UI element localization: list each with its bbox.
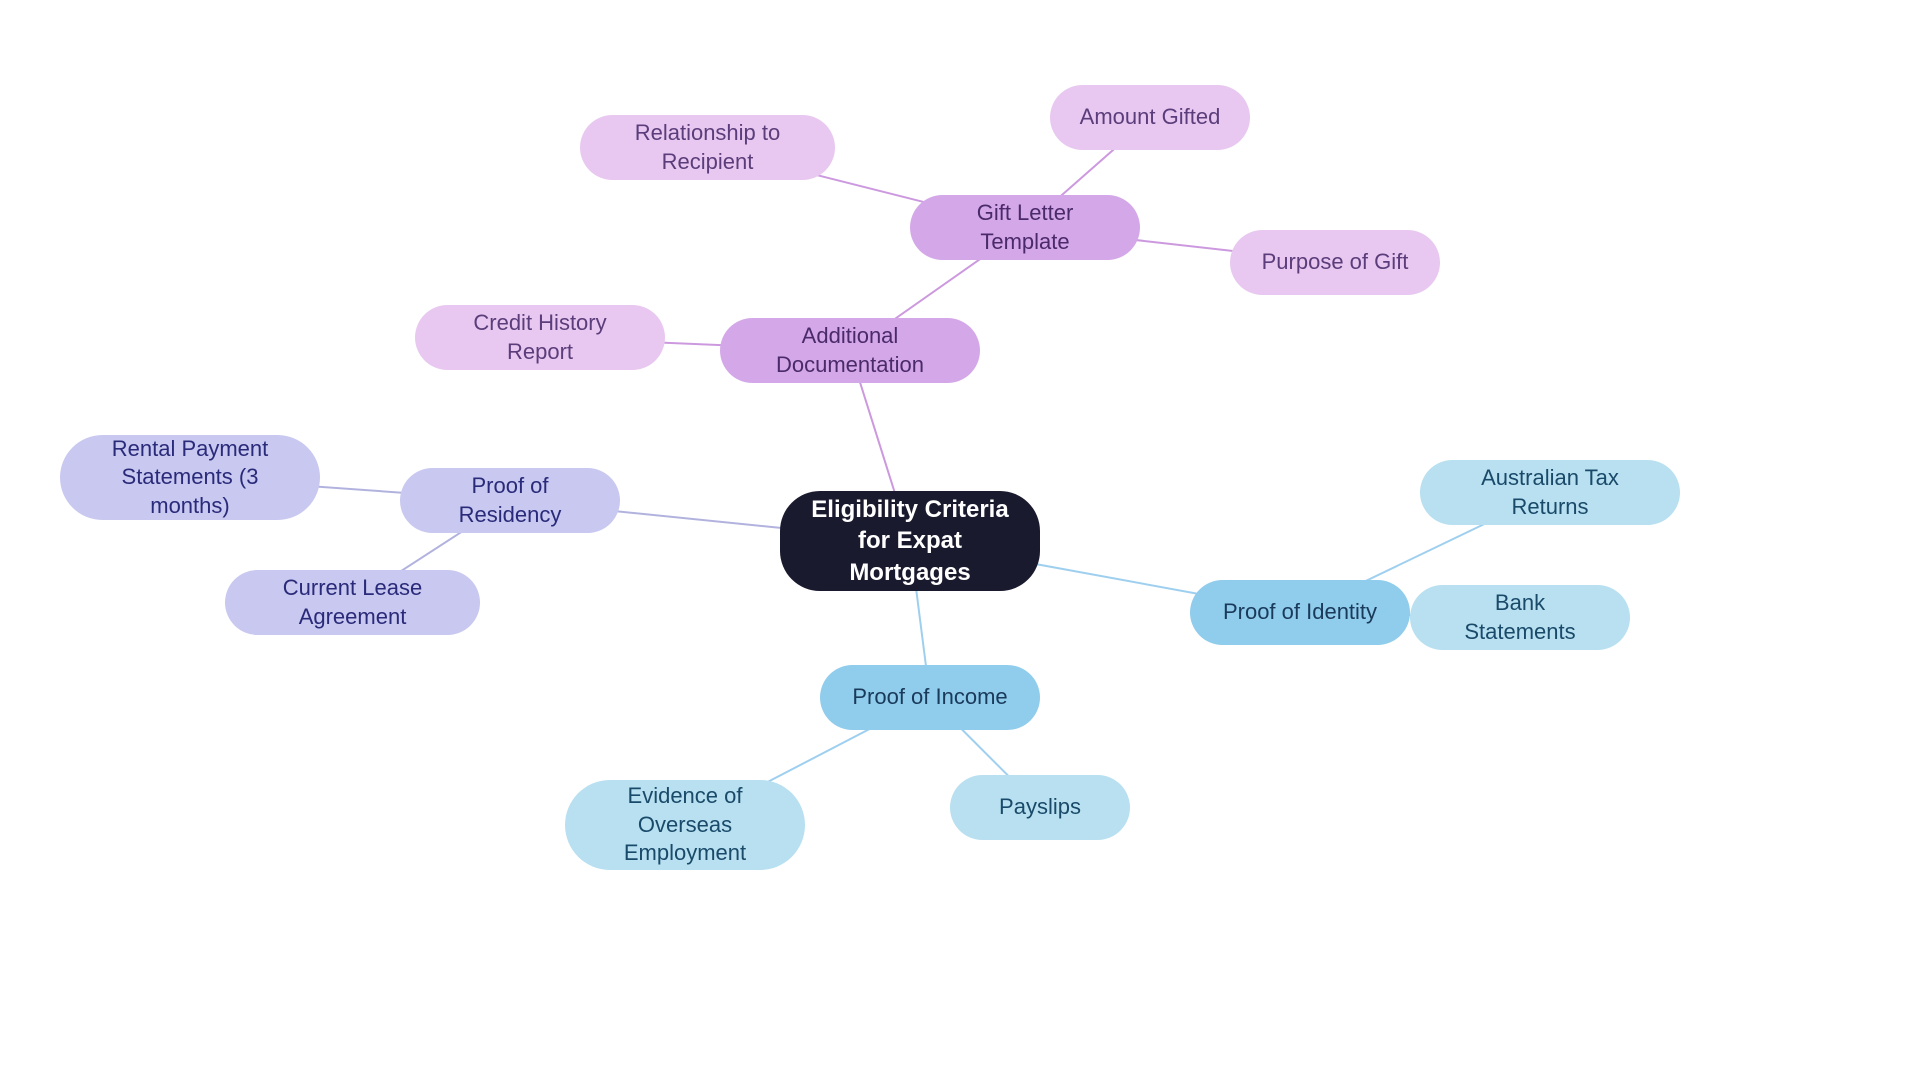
node-proof-income: Proof of Income [820,665,1040,730]
node-credit-history: Credit History Report [415,305,665,370]
node-gift-letter: Gift Letter Template [910,195,1140,260]
node-proof-residency: Proof of Residency [400,468,620,533]
center-node: Eligibility Criteria for Expat Mortgages [780,491,1040,591]
node-current-lease: Current Lease Agreement [225,570,480,635]
node-bank-statements: Bank Statements [1410,585,1630,650]
node-additional-doc: Additional Documentation [720,318,980,383]
node-relationship-recipient: Relationship to Recipient [580,115,835,180]
node-proof-identity: Proof of Identity [1190,580,1410,645]
node-purpose-of-gift: Purpose of Gift [1230,230,1440,295]
node-amount-gifted: Amount Gifted [1050,85,1250,150]
node-evidence-overseas: Evidence of Overseas Employment [565,780,805,870]
mindmap-canvas: Eligibility Criteria for Expat Mortgages… [0,0,1920,1083]
node-rental-payment: Rental Payment Statements (3 months) [60,435,320,520]
node-payslips: Payslips [950,775,1130,840]
node-australian-tax: Australian Tax Returns [1420,460,1680,525]
